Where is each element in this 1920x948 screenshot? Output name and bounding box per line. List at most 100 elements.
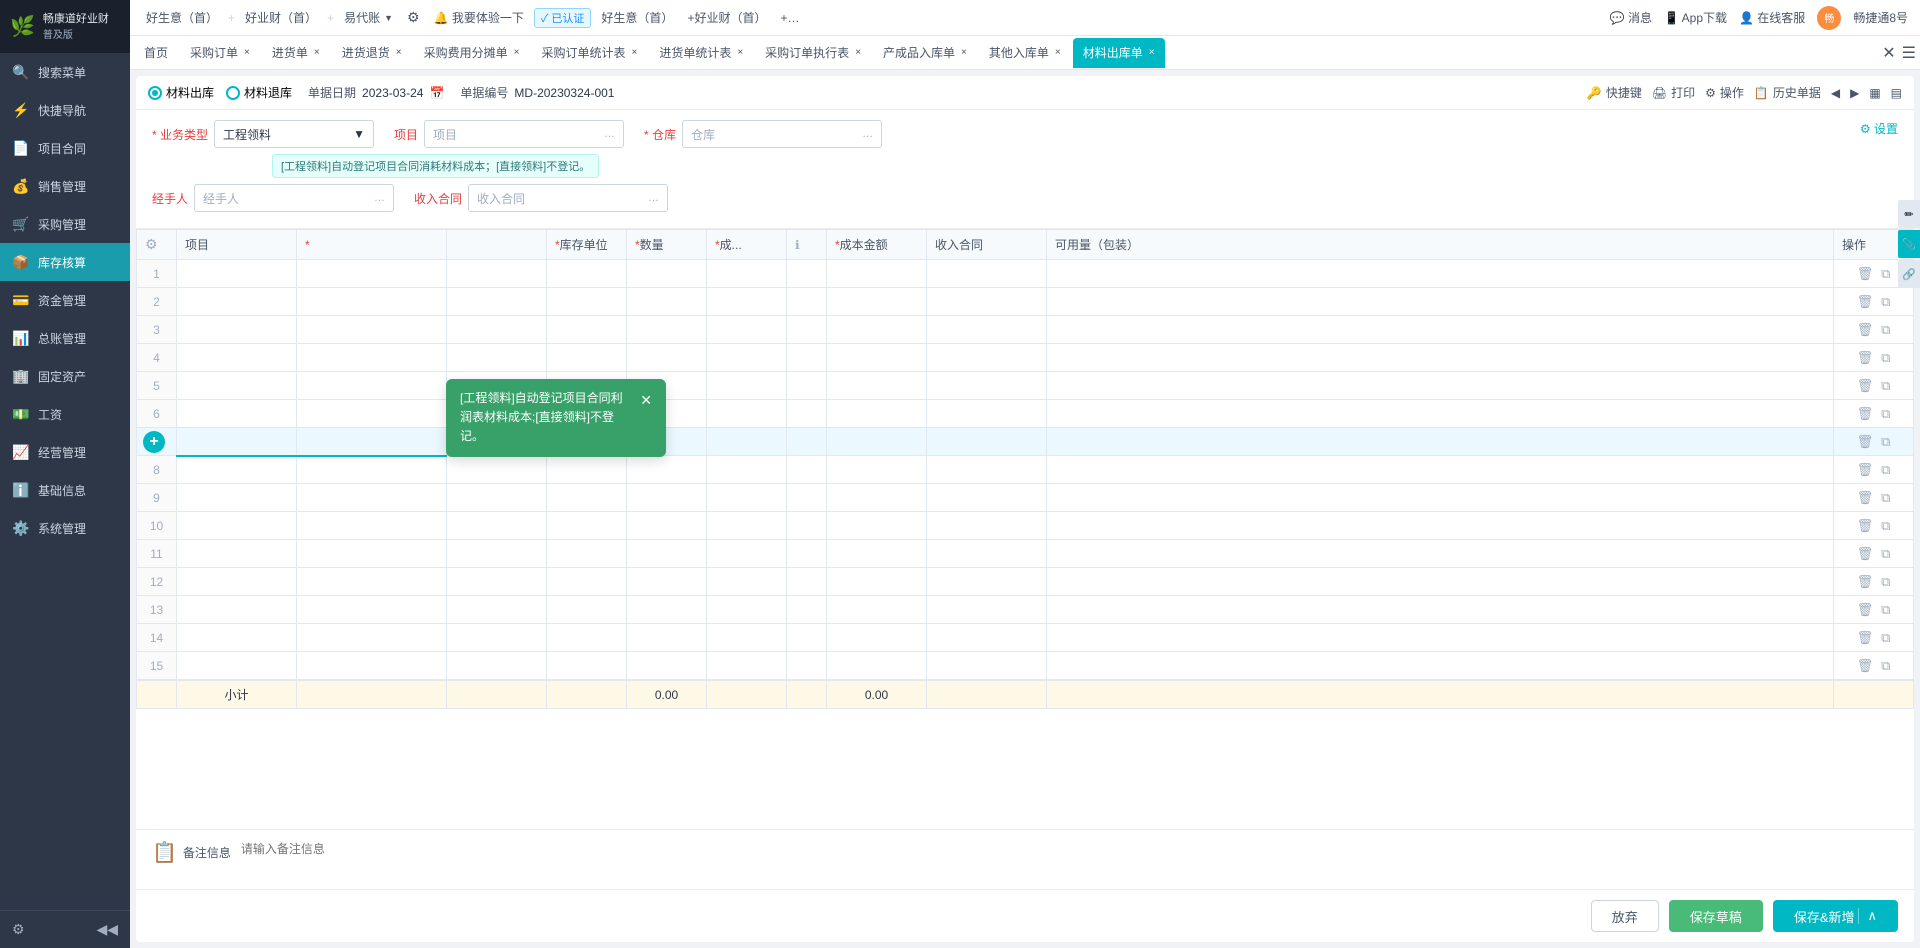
print-btn[interactable]: 🖨 打印 <box>1652 84 1695 101</box>
table-settings-icon[interactable]: ⚙ <box>145 236 158 252</box>
tab-incoming-stats[interactable]: 进货单统计表 × <box>649 38 753 68</box>
table-cell[interactable] <box>547 260 627 288</box>
table-cell[interactable] <box>297 316 447 344</box>
tab-bar-close-icon[interactable]: ✕ <box>1882 43 1895 63</box>
table-cell[interactable] <box>177 512 297 540</box>
table-cell[interactable] <box>627 456 707 484</box>
table-cell[interactable] <box>177 540 297 568</box>
table-cell[interactable] <box>447 512 547 540</box>
table-cell[interactable] <box>1047 344 1834 372</box>
table-cell[interactable] <box>827 428 927 456</box>
table-cell[interactable] <box>297 568 447 596</box>
topbar-app-download[interactable]: 📱 App下载 <box>1664 9 1727 26</box>
table-cell[interactable] <box>787 456 827 484</box>
table-cell[interactable] <box>787 484 827 512</box>
sidebar-item-purchase[interactable]: 🛒 采购管理 <box>0 205 130 243</box>
table-cell[interactable] <box>1047 428 1834 456</box>
table-cell[interactable] <box>1047 260 1834 288</box>
table-cell[interactable] <box>927 428 1047 456</box>
table-cell[interactable] <box>547 596 627 624</box>
tab-incoming[interactable]: 进货单 × <box>262 38 330 68</box>
table-cell[interactable] <box>827 568 927 596</box>
table-cell[interactable] <box>627 652 707 680</box>
tab-close-icon[interactable]: × <box>244 47 250 58</box>
topbar-haoyecai2[interactable]: +好业财（首） <box>683 7 770 28</box>
table-cell[interactable] <box>927 484 1047 512</box>
table-cell[interactable] <box>297 288 447 316</box>
table-cell[interactable] <box>707 260 787 288</box>
table-cell[interactable] <box>787 512 827 540</box>
table-cell[interactable] <box>297 260 447 288</box>
table-cell[interactable] <box>177 372 297 400</box>
copy-row-icon[interactable]: ⧉ <box>1877 348 1894 368</box>
operate-btn[interactable]: ⚙ 操作 <box>1705 84 1744 101</box>
table-cell[interactable] <box>547 316 627 344</box>
table-cell[interactable] <box>547 344 627 372</box>
tab-close-icon[interactable]: × <box>855 47 861 58</box>
table-cell[interactable] <box>927 624 1047 652</box>
note-input[interactable] <box>241 840 1898 868</box>
delete-row-icon[interactable]: 🗑 <box>1853 572 1878 592</box>
table-cell[interactable] <box>787 652 827 680</box>
delete-row-icon[interactable]: 🗑 <box>1853 432 1878 452</box>
table-cell[interactable] <box>547 456 627 484</box>
table-cell[interactable] <box>177 344 297 372</box>
radio-material-return[interactable]: 材料退库 <box>226 84 292 101</box>
table-cell[interactable] <box>627 512 707 540</box>
table-cell[interactable] <box>177 260 297 288</box>
handler-input[interactable]: 经手人 … <box>194 184 394 212</box>
tab-purchase-exec[interactable]: 采购订单执行表 × <box>755 38 871 68</box>
table-cell[interactable] <box>547 512 627 540</box>
table-cell[interactable] <box>177 456 297 484</box>
table-cell[interactable] <box>297 428 447 456</box>
table-cell[interactable] <box>927 372 1047 400</box>
table-cell[interactable] <box>787 260 827 288</box>
tab-purchase-expense[interactable]: 采购费用分摊单 × <box>414 38 530 68</box>
table-cell[interactable] <box>1047 484 1834 512</box>
tab-purchase-order[interactable]: 采购订单 × <box>180 38 260 68</box>
table-cell[interactable] <box>927 288 1047 316</box>
table-cell[interactable] <box>297 512 447 540</box>
table-cell[interactable] <box>707 316 787 344</box>
table-cell[interactable] <box>627 288 707 316</box>
copy-row-icon[interactable]: ⧉ <box>1877 628 1894 648</box>
table-cell[interactable] <box>827 288 927 316</box>
table-cell[interactable] <box>927 260 1047 288</box>
delete-row-icon[interactable]: 🗑 <box>1853 544 1878 564</box>
table-cell[interactable] <box>1047 372 1834 400</box>
table-cell[interactable] <box>787 596 827 624</box>
copy-row-icon[interactable]: ⧉ <box>1877 544 1894 564</box>
sidebar-item-salary[interactable]: 💵 工资 <box>0 395 130 433</box>
delete-row-icon[interactable]: 🗑 <box>1853 516 1878 536</box>
table-cell[interactable] <box>627 484 707 512</box>
table-cell[interactable] <box>927 344 1047 372</box>
table-cell[interactable] <box>627 344 707 372</box>
tab-other-inbound[interactable]: 其他入库单 × <box>979 38 1071 68</box>
tab-close-active-icon[interactable]: × <box>1149 47 1155 58</box>
delete-row-icon[interactable]: 🗑 <box>1853 292 1878 312</box>
sidebar-item-ledger[interactable]: 📊 总账管理 <box>0 319 130 357</box>
table-cell[interactable] <box>707 512 787 540</box>
delete-row-icon[interactable]: 🗑 <box>1853 600 1878 620</box>
sidebar-item-finance[interactable]: 💳 资金管理 <box>0 281 130 319</box>
table-cell[interactable] <box>297 540 447 568</box>
info-icon[interactable]: ℹ <box>795 238 800 252</box>
copy-row-icon[interactable]: ⧉ <box>1877 376 1894 396</box>
table-cell[interactable] <box>927 540 1047 568</box>
table-cell[interactable] <box>547 288 627 316</box>
copy-row-icon[interactable]: ⧉ <box>1877 432 1894 452</box>
copy-row-icon[interactable]: ⧉ <box>1877 320 1894 340</box>
history-btn[interactable]: 📋 历史单据 <box>1754 84 1821 101</box>
table-cell[interactable] <box>707 484 787 512</box>
table-cell[interactable] <box>787 568 827 596</box>
copy-row-icon[interactable]: ⧉ <box>1877 516 1894 536</box>
table-cell[interactable] <box>297 344 447 372</box>
delete-row-icon[interactable]: 🗑 <box>1853 404 1878 424</box>
sidebar-item-search[interactable]: 🔍 搜索菜单 <box>0 53 130 91</box>
delete-row-icon[interactable]: 🗑 <box>1853 264 1878 284</box>
topbar-experience[interactable]: 🔔 我要体验一下 <box>430 7 528 28</box>
table-cell[interactable] <box>547 484 627 512</box>
table-cell[interactable] <box>447 344 547 372</box>
table-cell[interactable] <box>707 288 787 316</box>
table-cell[interactable] <box>297 652 447 680</box>
